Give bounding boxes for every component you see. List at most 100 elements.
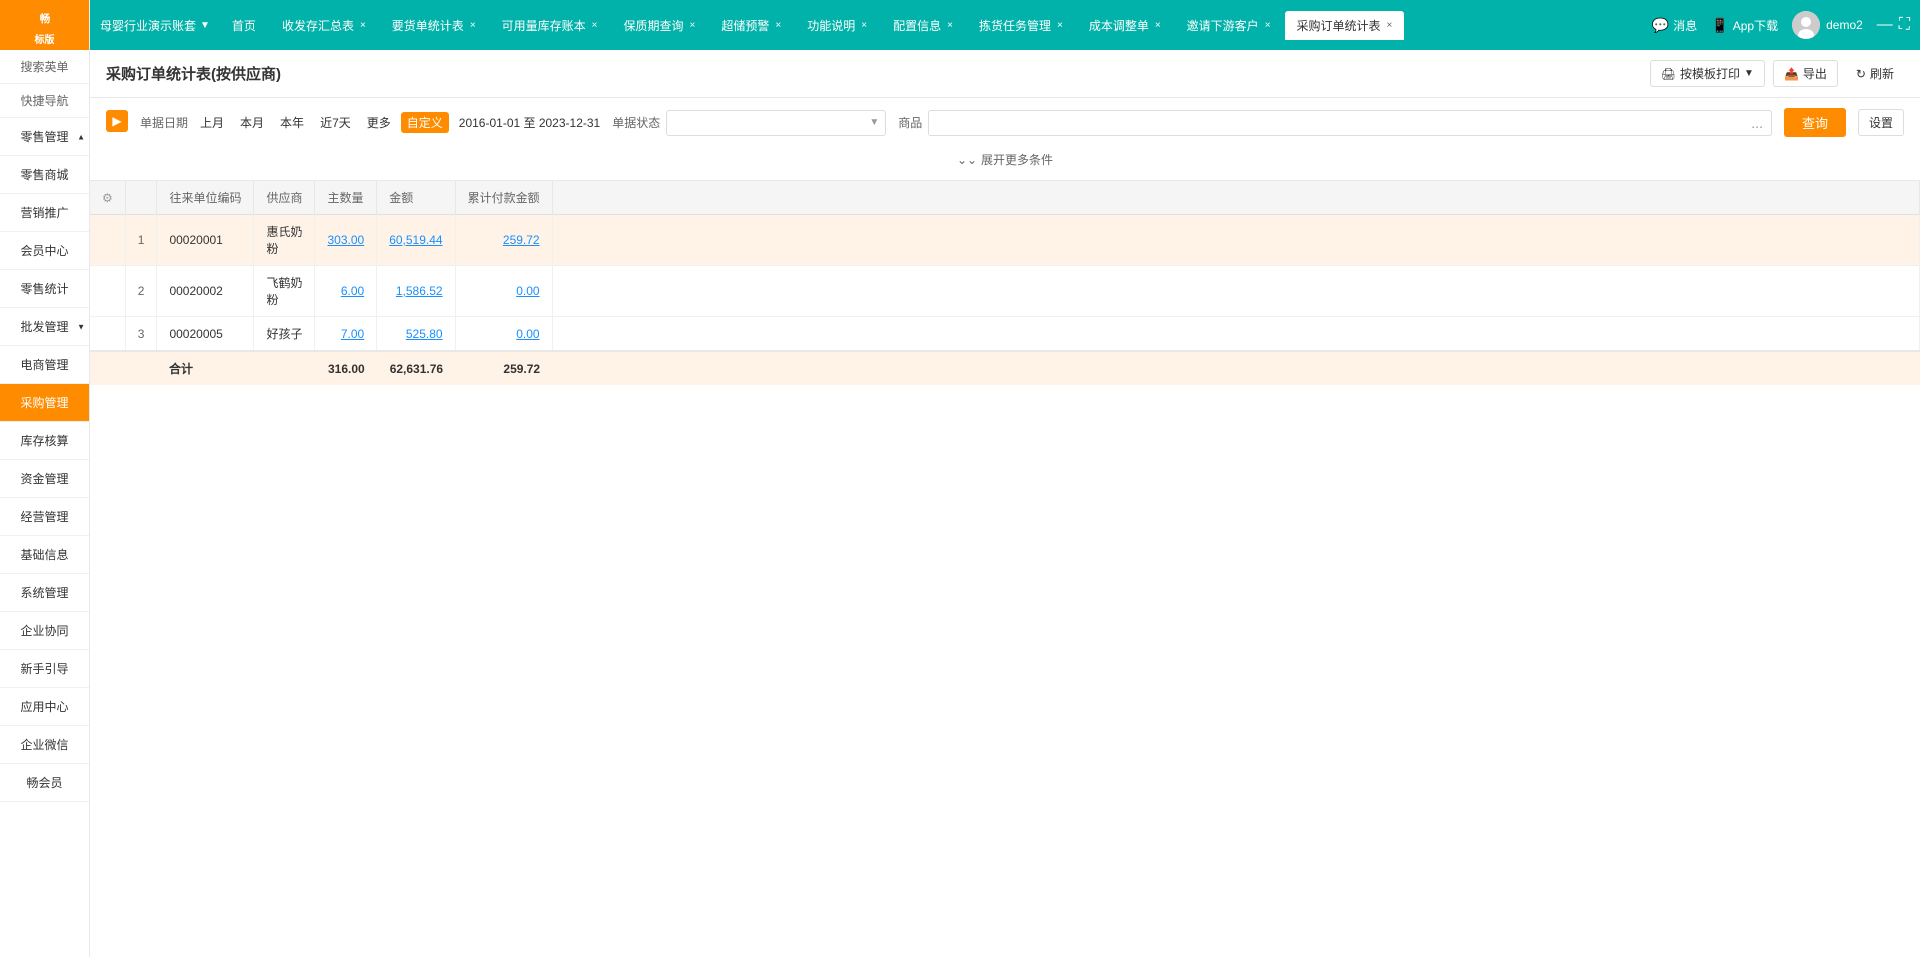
sidebar-item-search[interactable]: 搜索英单 bbox=[0, 50, 89, 84]
tab-stock-account[interactable]: 可用量库存账本 × bbox=[490, 11, 610, 40]
row-unit-code: 00020001 bbox=[157, 215, 254, 266]
tab-purchase-stat[interactable]: 采购订单统计表 × bbox=[1285, 11, 1405, 40]
settings-button[interactable]: 设置 bbox=[1858, 109, 1904, 136]
sidebar-item-appcenter[interactable]: 应用中心 bbox=[0, 688, 89, 726]
sidebar-item-inventory[interactable]: 库存核算 bbox=[0, 422, 89, 460]
sidebar-item-retail-shop[interactable]: 零售商城 bbox=[0, 156, 89, 194]
sidebar-item-wechat[interactable]: 企业微信 bbox=[0, 726, 89, 764]
tab-close-icon[interactable]: × bbox=[360, 20, 366, 31]
date-range-display: 2016-01-01 至 2023-12-31 bbox=[459, 114, 600, 131]
sidebar-item-quick[interactable]: 快捷导航 bbox=[0, 84, 89, 118]
sidebar-item-system[interactable]: 系统管理 bbox=[0, 574, 89, 612]
refresh-button[interactable]: ↻ 刷新 bbox=[1846, 61, 1904, 86]
sidebar-item-basic[interactable]: 基础信息 bbox=[0, 536, 89, 574]
row-index: 2 bbox=[125, 266, 157, 317]
date-btn-more[interactable]: 更多 bbox=[361, 112, 397, 133]
user-profile[interactable]: demo2 bbox=[1792, 11, 1863, 39]
row-quantity[interactable]: 303.00 bbox=[315, 215, 377, 266]
status-select[interactable]: ▼ bbox=[666, 110, 886, 136]
row-extra bbox=[552, 215, 1919, 266]
goods-select[interactable]: ... bbox=[928, 110, 1772, 136]
minimize-icon[interactable]: — bbox=[1877, 16, 1893, 34]
tab-close-icon[interactable]: × bbox=[947, 20, 953, 31]
tab-close-icon[interactable]: × bbox=[470, 20, 476, 31]
tab-goods-stat[interactable]: 要货单统计表 × bbox=[380, 11, 488, 40]
tab-pickup-task[interactable]: 拣货任务管理 × bbox=[967, 11, 1075, 40]
row-paid-amount[interactable]: 0.00 bbox=[455, 317, 552, 352]
filter-row-1: 单据日期 上月 本月 本年 近7天 更多 自定义 2016-01-01 至 20… bbox=[140, 108, 1904, 137]
sidebar-item-purchase[interactable]: 采购管理 bbox=[0, 384, 89, 422]
date-btn-last-month[interactable]: 上月 bbox=[194, 112, 230, 133]
maximize-icon[interactable]: ⛶ bbox=[1899, 16, 1910, 34]
account-dropdown[interactable]: 母婴行业演示账套 ▼ bbox=[100, 17, 210, 34]
sidebar-item-member2[interactable]: 畅会员 bbox=[0, 764, 89, 802]
row-quantity[interactable]: 7.00 bbox=[315, 317, 377, 352]
expand-icon: ⌄⌄ bbox=[957, 153, 977, 167]
tab-close-icon[interactable]: × bbox=[1057, 20, 1063, 31]
goods-dots-icon[interactable]: ... bbox=[1751, 115, 1763, 131]
tab-expiry[interactable]: 保质期查询 × bbox=[612, 11, 708, 40]
tab-overstock[interactable]: 超储预警 × bbox=[709, 11, 793, 40]
tab-close-icon[interactable]: × bbox=[1265, 20, 1271, 31]
filter-toggle-btn[interactable]: ▶ bbox=[106, 110, 128, 132]
goods-filter-label: 商品 bbox=[898, 114, 922, 131]
sidebar-item-marketing[interactable]: 营销推广 bbox=[0, 194, 89, 232]
row-amount[interactable]: 1,586.52 bbox=[377, 266, 455, 317]
tab-collect-send[interactable]: 收发存汇总表 × bbox=[270, 11, 378, 40]
tab-close-icon[interactable]: × bbox=[592, 20, 598, 31]
sidebar-item-wholesale[interactable]: 批发管理 bbox=[0, 308, 89, 346]
expand-more-btn[interactable]: ⌄⌄ 展开更多条件 bbox=[947, 147, 1063, 172]
query-button[interactable]: 查询 bbox=[1784, 108, 1846, 137]
filter-section: ▶ 单据日期 上月 本月 本年 近7天 更多 bbox=[90, 98, 1920, 181]
row-settings-cell bbox=[90, 266, 125, 317]
tab-close-icon[interactable]: × bbox=[690, 20, 696, 31]
status-filter-label: 单据状态 bbox=[612, 114, 660, 131]
app-download-btn[interactable]: 📱 App下载 bbox=[1711, 17, 1778, 34]
row-unit-code: 00020002 bbox=[157, 266, 254, 317]
tab-close-icon[interactable]: × bbox=[1387, 20, 1393, 31]
print-button[interactable]: 🖨 按模板打印 ▼ bbox=[1650, 60, 1765, 87]
sidebar-item-operations[interactable]: 经营管理 bbox=[0, 498, 89, 536]
status-select-arrow: ▼ bbox=[869, 117, 879, 128]
tab-funcguide[interactable]: 功能说明 × bbox=[795, 11, 879, 40]
date-btn-this-year[interactable]: 本年 bbox=[274, 112, 310, 133]
tab-home[interactable]: 首页 bbox=[220, 11, 268, 40]
row-paid-amount[interactable]: 259.72 bbox=[455, 215, 552, 266]
tab-close-icon[interactable]: × bbox=[1155, 20, 1161, 31]
tab-close-icon[interactable]: × bbox=[775, 20, 781, 31]
date-filter-label: 单据日期 bbox=[140, 114, 188, 131]
dropdown-arrow-icon: ▼ bbox=[200, 20, 210, 31]
date-btn-custom[interactable]: 自定义 bbox=[401, 112, 449, 133]
row-amount[interactable]: 60,519.44 bbox=[377, 215, 455, 266]
row-quantity[interactable]: 6.00 bbox=[315, 266, 377, 317]
tab-invite-downstream[interactable]: 邀请下游客户 × bbox=[1175, 11, 1283, 40]
sidebar-item-finance[interactable]: 资金管理 bbox=[0, 460, 89, 498]
sidebar-item-retail-stat[interactable]: 零售统计 bbox=[0, 270, 89, 308]
row-amount[interactable]: 525.80 bbox=[377, 317, 455, 352]
col-unit-code-header: 往来单位编码 bbox=[157, 181, 254, 215]
export-button[interactable]: 📤 导出 bbox=[1773, 60, 1838, 87]
sidebar-item-ecommerce[interactable]: 电商管理 bbox=[0, 346, 89, 384]
tab-config[interactable]: 配置信息 × bbox=[881, 11, 965, 40]
footer-index-cell bbox=[125, 351, 157, 385]
date-btn-7days[interactable]: 近7天 bbox=[314, 112, 357, 133]
sidebar-item-retail[interactable]: 零售管理 bbox=[0, 118, 89, 156]
expand-row: ⌄⌄ 展开更多条件 bbox=[106, 147, 1904, 172]
download-icon: 📱 bbox=[1711, 17, 1728, 34]
tab-close-icon[interactable]: × bbox=[861, 20, 867, 31]
row-extra bbox=[552, 266, 1919, 317]
message-btn[interactable]: 💬 消息 bbox=[1652, 17, 1697, 34]
avatar bbox=[1792, 11, 1820, 39]
column-settings-icon[interactable]: ⚙ bbox=[102, 191, 113, 205]
tab-cost-adjust[interactable]: 成本调整单 × bbox=[1077, 11, 1173, 40]
topbar-right: 💬 消息 📱 App下载 demo2 — ⛶ bbox=[1652, 0, 1910, 50]
col-paid-header: 累计付款金额 bbox=[455, 181, 552, 215]
sidebar-item-newbie[interactable]: 新手引导 bbox=[0, 650, 89, 688]
status-filter-group: 单据状态 ▼ bbox=[612, 110, 886, 136]
row-paid-amount[interactable]: 0.00 bbox=[455, 266, 552, 317]
date-btn-this-month[interactable]: 本月 bbox=[234, 112, 270, 133]
table-header-row: ⚙ 往来单位编码 供应商 主数量 金额 累计付款金额 bbox=[90, 181, 1920, 215]
sidebar-item-member[interactable]: 会员中心 bbox=[0, 232, 89, 270]
sidebar-item-enterprise[interactable]: 企业协同 bbox=[0, 612, 89, 650]
data-table: ⚙ 往来单位编码 供应商 主数量 金额 累计付款金额 1 00020001 惠氏… bbox=[90, 181, 1920, 385]
